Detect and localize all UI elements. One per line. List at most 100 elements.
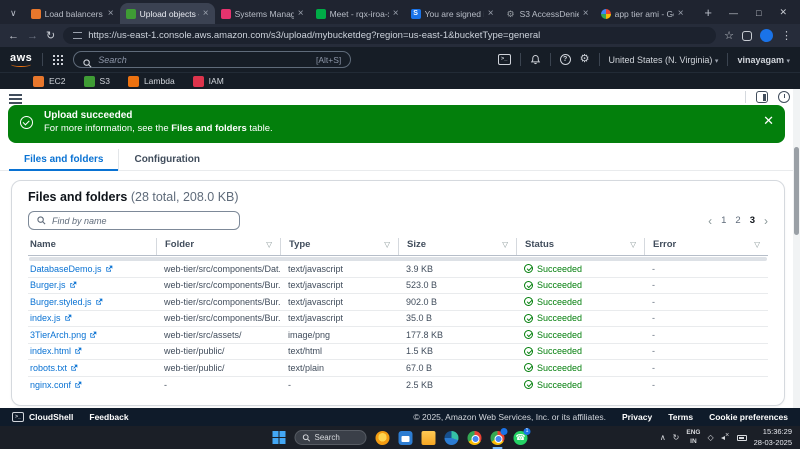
minimize-button[interactable]: —	[720, 8, 747, 24]
sort-icon[interactable]: ▽	[502, 240, 508, 249]
sort-icon[interactable]: ▽	[754, 240, 760, 249]
page-2[interactable]: 2	[735, 215, 740, 226]
microsoft-store-icon[interactable]	[398, 430, 413, 445]
sort-icon[interactable]: ▽	[384, 240, 390, 249]
battery-icon[interactable]	[736, 434, 747, 441]
back-icon[interactable]: ←	[8, 30, 19, 42]
rewards-icon[interactable]	[375, 430, 390, 445]
cloudshell-footer-button[interactable]: >_ CloudShell	[12, 412, 73, 422]
notifications-bell-icon[interactable]	[530, 54, 541, 65]
settings-gear-icon[interactable]: ⚙	[580, 54, 590, 65]
file-name-link[interactable]: index.js	[28, 313, 156, 323]
close-button[interactable]: ✕	[770, 7, 796, 24]
history-icon[interactable]	[778, 91, 790, 103]
file-explorer-icon[interactable]	[421, 430, 436, 445]
clock[interactable]: 15:36:29 28-03-2025	[754, 427, 792, 447]
window-controls: — □ ✕	[720, 7, 796, 24]
file-name-link[interactable]: DatabaseDemo.js	[28, 264, 156, 274]
file-name-link[interactable]: Burger.styled.js	[28, 297, 156, 307]
tab-close-icon[interactable]: ×	[678, 8, 684, 19]
browser-tab[interactable]: Load balancers | EC2 ×	[25, 3, 120, 24]
browser-tab[interactable]: Meet - rqx-iroa-xkk ×	[310, 3, 405, 24]
whatsapp-icon[interactable]: ☎ 1	[513, 427, 531, 445]
file-name-link[interactable]: nginx.conf	[28, 380, 156, 390]
page-3-current[interactable]: 3	[750, 215, 755, 226]
split-panel-icon[interactable]	[756, 91, 768, 103]
tab-configuration[interactable]: Configuration	[118, 149, 215, 170]
page-scrollbar[interactable]	[793, 89, 800, 408]
col-error[interactable]: Error ▽	[644, 238, 768, 255]
external-link-icon	[64, 314, 71, 321]
help-icon[interactable]: ?	[559, 54, 571, 65]
prev-page-icon[interactable]: ‹	[708, 214, 712, 228]
taskbar-search[interactable]: Search	[294, 430, 367, 445]
language-indicator[interactable]: ENG IN	[686, 429, 700, 445]
services-grid-icon[interactable]	[53, 54, 63, 65]
account-menu[interactable]: vinayagam ▾	[737, 55, 790, 65]
size-cell: 3.9 KB	[406, 263, 434, 274]
sync-icon[interactable]: ↻	[673, 433, 680, 442]
favorite-service-iam[interactable]: IAM	[192, 75, 224, 87]
file-name-link[interactable]: index.html	[28, 346, 156, 356]
size-cell: 177.8 KB	[406, 329, 444, 340]
tab-files-and-folders[interactable]: Files and folders	[9, 149, 119, 171]
feedback-button[interactable]: Feedback	[89, 412, 128, 422]
reload-icon[interactable]: ↻	[46, 29, 55, 42]
favorite-service-s3[interactable]: S3	[83, 75, 110, 87]
tab-search-chevron-icon[interactable]: ∨	[6, 8, 25, 24]
col-status[interactable]: Status ▽	[516, 238, 644, 255]
extensions-icon[interactable]	[742, 30, 752, 41]
bookmark-star-icon[interactable]: ☆	[724, 29, 734, 42]
next-page-icon[interactable]: ›	[764, 214, 768, 228]
forward-icon[interactable]: →	[27, 30, 38, 42]
tab-close-icon[interactable]: ×	[393, 8, 399, 19]
footer-link-privacy[interactable]: Privacy	[622, 412, 652, 422]
favorite-service-ec2[interactable]: EC2	[33, 75, 66, 87]
tray-expand-icon[interactable]: ∧	[660, 433, 666, 442]
favorite-service-lambda[interactable]: Lambda	[127, 75, 175, 87]
browser-tab[interactable]: Systems Manager | u ×	[215, 3, 310, 24]
tab-close-icon[interactable]: ×	[108, 8, 114, 19]
col-folder[interactable]: Folder ▽	[156, 238, 280, 255]
cloudshell-icon[interactable]: >_	[497, 54, 511, 65]
col-type[interactable]: Type ▽	[280, 238, 398, 255]
file-name-link[interactable]: robots.txt	[28, 363, 156, 373]
console-search-input[interactable]: Search [Alt+S]	[73, 51, 352, 68]
col-size[interactable]: Size ▽	[398, 238, 516, 255]
scrollbar-thumb[interactable]	[794, 147, 799, 235]
tab-close-icon[interactable]: ×	[298, 8, 304, 19]
file-name-link[interactable]: 3TierArch.png	[28, 330, 156, 340]
chrome-active-icon[interactable]	[490, 427, 508, 449]
footer-link-cookie-preferences[interactable]: Cookie preferences	[709, 412, 788, 422]
banner-close-icon[interactable]: ✕	[763, 114, 774, 127]
browser-tab[interactable]: app tier ami - Googl ×	[595, 3, 690, 24]
col-name[interactable]: Name	[28, 238, 156, 255]
browser-tab[interactable]: Upload objects - S3 | ×	[119, 3, 215, 24]
footer-link-terms[interactable]: Terms	[668, 412, 693, 422]
tab-close-icon[interactable]: ×	[203, 8, 209, 19]
region-selector[interactable]: United States (N. Virginia) ▾	[609, 55, 719, 65]
network-icon[interactable]: ◇	[707, 433, 713, 442]
chrome-icon[interactable]	[467, 430, 482, 445]
browser-profile-avatar[interactable]	[760, 29, 773, 42]
browser-tab[interactable]: You are signed in as ×	[405, 3, 500, 24]
page-1[interactable]: 1	[721, 215, 726, 226]
browser-tab[interactable]: S3 AccessDenied Re ×	[500, 3, 595, 24]
start-button[interactable]	[272, 431, 286, 444]
tab-close-icon[interactable]: ×	[488, 8, 494, 19]
sort-icon[interactable]: ▽	[266, 240, 272, 249]
edge-icon[interactable]	[444, 430, 459, 445]
url-bar[interactable]: https://us-east-1.console.aws.amazon.com…	[63, 27, 717, 44]
sort-icon[interactable]: ▽	[630, 240, 636, 249]
aws-logo[interactable]: aws	[10, 52, 32, 67]
table-horizontal-scrollbar[interactable]	[28, 256, 768, 261]
site-info-icon[interactable]	[73, 32, 83, 39]
browser-menu-icon[interactable]: ⋮	[781, 29, 792, 42]
file-name-link[interactable]: Burger.js	[28, 280, 156, 290]
volume-muted-icon[interactable]	[720, 432, 730, 441]
maximize-button[interactable]: □	[747, 8, 770, 24]
side-nav-toggle-icon[interactable]	[9, 94, 22, 96]
tab-close-icon[interactable]: ×	[583, 8, 589, 19]
new-tab-button[interactable]: +	[696, 5, 720, 24]
filter-input[interactable]	[52, 215, 231, 226]
